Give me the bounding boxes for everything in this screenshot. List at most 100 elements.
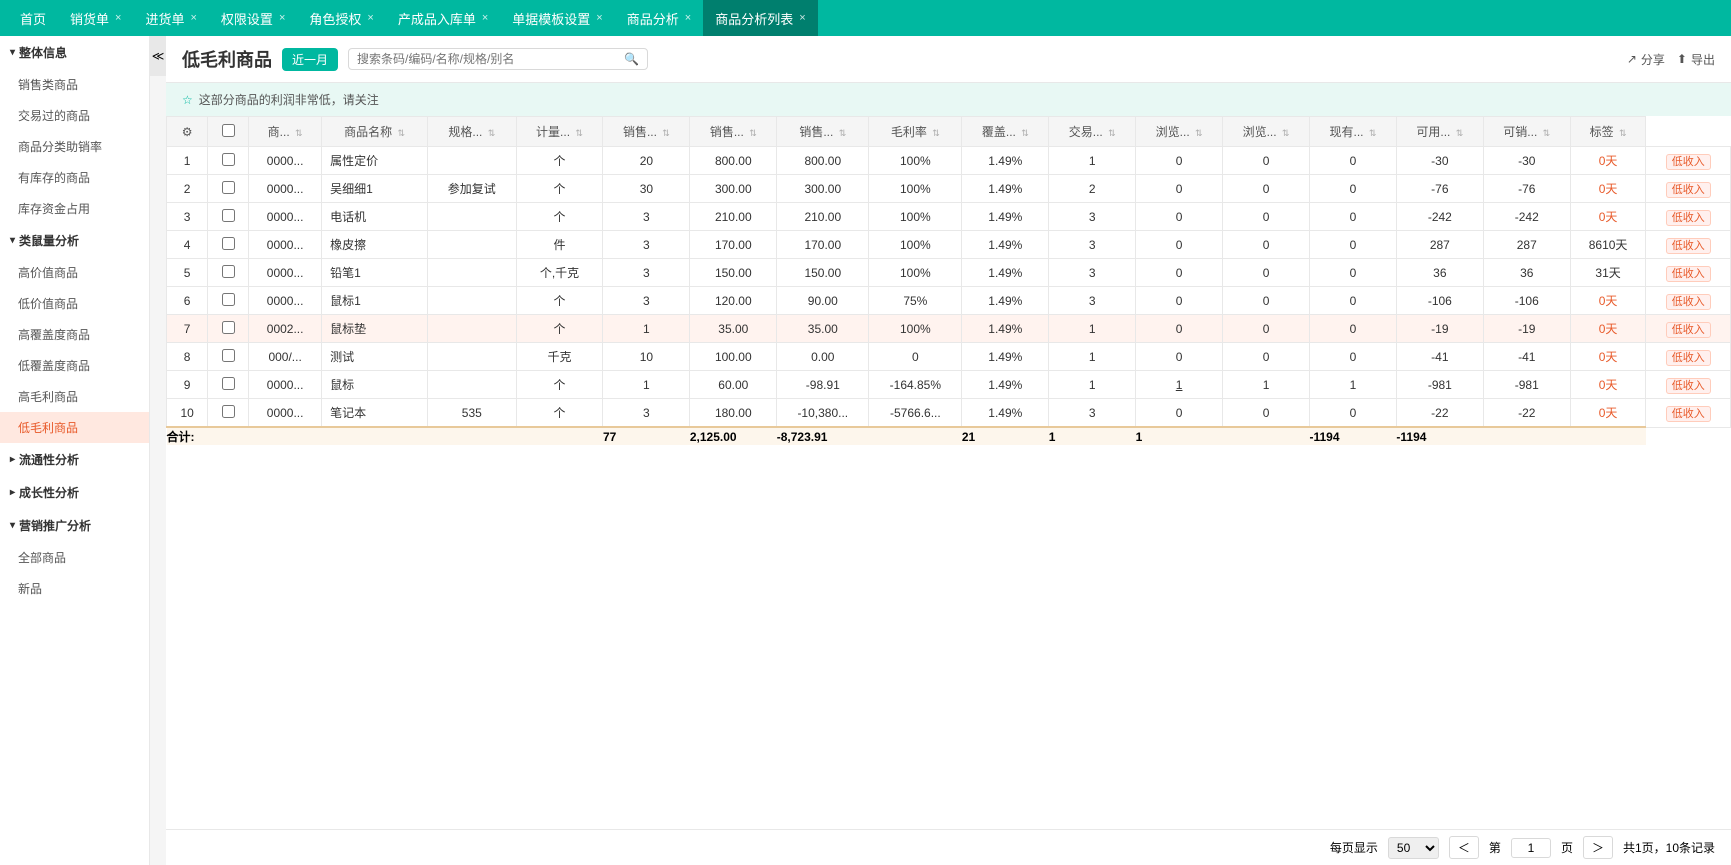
sidebar-item-in-stock[interactable]: 有库存的商品 [0, 162, 149, 193]
row-checkbox[interactable] [222, 209, 235, 222]
cell-checkbox[interactable] [208, 399, 249, 428]
share-button[interactable]: ↗ 分享 [1627, 51, 1665, 68]
close-icon[interactable]: × [482, 12, 488, 24]
nav-template-settings[interactable]: 单据模板设置 × [500, 0, 614, 36]
sidebar-item-low-value[interactable]: 低价值商品 [0, 288, 149, 319]
nav-product-analysis-list[interactable]: 商品分析列表 × [703, 0, 817, 36]
col-settings[interactable]: ⚙ [167, 117, 208, 147]
sidebar-section-growth[interactable]: ▸ 成长性分析 [0, 476, 149, 509]
settings-icon[interactable]: ⚙ [182, 125, 193, 139]
nav-permissions[interactable]: 权限设置 × [209, 0, 297, 36]
close-icon[interactable]: × [799, 12, 805, 24]
sidebar-item-sales-products[interactable]: 销售类商品 [0, 69, 149, 100]
col-available[interactable]: 可用... ⇅ [1396, 117, 1483, 147]
row-checkbox[interactable] [222, 405, 235, 418]
close-icon[interactable]: × [685, 12, 691, 24]
cell-checkbox[interactable] [208, 175, 249, 203]
sidebar-item-all-products[interactable]: 全部商品 [0, 542, 149, 573]
nav-purchase-order[interactable]: 进货单 × [133, 0, 208, 36]
search-box[interactable]: 🔍 [348, 48, 648, 70]
table-container[interactable]: ⚙ 商... ⇅ 商品名称 ⇅ 规格... ⇅ 计量... ⇅ 销售... ⇅ … [166, 116, 1731, 829]
search-input[interactable] [357, 52, 624, 66]
cell-code: 000/... [249, 343, 322, 371]
content-area: 低毛利商品 近一月 🔍 ↗ 分享 ⬆ 导出 ☆ 这部分商品的利润非常低，请关注 [166, 36, 1731, 865]
close-icon[interactable]: × [596, 12, 602, 24]
row-checkbox[interactable] [222, 293, 235, 306]
cell-sale-amount: 35.00 [777, 315, 869, 343]
nav-home[interactable]: 首页 [8, 0, 58, 36]
sidebar-section-quantity[interactable]: ▾ 类鼠量分析 [0, 224, 149, 257]
cell-checkbox[interactable] [208, 343, 249, 371]
sidebar-item-high-value[interactable]: 高价值商品 [0, 257, 149, 288]
cell-checkbox[interactable] [208, 203, 249, 231]
table-row: 1 0000... 属性定价 个 20 800.00 800.00 100% 1… [167, 147, 1731, 175]
cell-transaction[interactable]: 1 [1136, 371, 1223, 399]
cell-transaction: 0 [1136, 343, 1223, 371]
cell-checkbox[interactable] [208, 231, 249, 259]
sidebar-item-new-products[interactable]: 新品 [0, 573, 149, 604]
time-filter-button[interactable]: 近一月 [282, 48, 338, 71]
col-sale-price[interactable]: 销售... ⇅ [690, 117, 777, 147]
close-icon[interactable]: × [190, 12, 196, 24]
summary-coverage: 21 [962, 427, 1049, 445]
cell-profit-pct: 100% [869, 175, 962, 203]
col-code[interactable]: 商... ⇅ [249, 117, 322, 147]
col-spec[interactable]: 规格... ⇅ [428, 117, 516, 147]
col-name[interactable]: 商品名称 ⇅ [322, 117, 428, 147]
page-number-input[interactable] [1511, 838, 1551, 858]
table-row: 10 0000... 笔记本 535 个 3 180.00 -10,380...… [167, 399, 1731, 428]
nav-sales-order[interactable]: 销货单 × [58, 0, 133, 36]
sidebar-item-traded-products[interactable]: 交易过的商品 [0, 100, 149, 131]
col-browse1[interactable]: 浏览... ⇅ [1136, 117, 1223, 147]
sidebar-item-category-sales[interactable]: 商品分类助销率 [0, 131, 149, 162]
row-checkbox[interactable] [222, 181, 235, 194]
cell-checkbox[interactable] [208, 259, 249, 287]
close-icon[interactable]: × [367, 12, 373, 24]
sidebar-item-low-coverage[interactable]: 低覆盖度商品 [0, 350, 149, 381]
row-checkbox[interactable] [222, 237, 235, 250]
cell-checkbox[interactable] [208, 315, 249, 343]
search-icon[interactable]: 🔍 [624, 52, 639, 66]
col-current[interactable]: 现有... ⇅ [1309, 117, 1396, 147]
close-icon[interactable]: × [115, 12, 121, 24]
export-button[interactable]: ⬆ 导出 [1677, 51, 1715, 68]
nav-product-entry[interactable]: 产成品入库单 × [386, 0, 500, 36]
col-transaction[interactable]: 交易... ⇅ [1049, 117, 1136, 147]
sidebar-item-capital-usage[interactable]: 库存资金占用 [0, 193, 149, 224]
col-browse2[interactable]: 浏览... ⇅ [1223, 117, 1310, 147]
row-checkbox[interactable] [222, 321, 235, 334]
col-coverage[interactable]: 覆盖... ⇅ [962, 117, 1049, 147]
next-page-button[interactable]: ＞ [1583, 836, 1613, 859]
cell-checkbox[interactable] [208, 371, 249, 399]
nav-role-auth[interactable]: 角色授权 × [297, 0, 385, 36]
close-icon[interactable]: × [279, 12, 285, 24]
sidebar-item-high-coverage[interactable]: 高覆盖度商品 [0, 319, 149, 350]
cell-profit-pct: 100% [869, 203, 962, 231]
tag-badge: 低收入 [1666, 210, 1711, 226]
col-sale-qty[interactable]: 销售... ⇅ [603, 117, 690, 147]
sidebar-collapse-button[interactable]: ≪ [150, 36, 166, 76]
sidebar-item-high-margin[interactable]: 高毛利商品 [0, 381, 149, 412]
select-all-checkbox[interactable] [222, 124, 235, 137]
per-page-select[interactable]: 50 100 200 [1388, 837, 1439, 859]
cell-spec [428, 203, 516, 231]
row-checkbox[interactable] [222, 265, 235, 278]
col-gross-rate[interactable]: 毛利率 ⇅ [869, 117, 962, 147]
sidebar-section-overall[interactable]: ▾ 整体信息 [0, 36, 149, 69]
nav-product-analysis[interactable]: 商品分析 × [615, 0, 703, 36]
cell-checkbox[interactable] [208, 147, 249, 175]
col-sale-amount[interactable]: 销售... ⇅ [777, 117, 869, 147]
row-checkbox[interactable] [222, 349, 235, 362]
sidebar-item-low-margin[interactable]: 低毛利商品 [0, 412, 149, 443]
summary-browse2 [1223, 427, 1310, 445]
sidebar-section-circulation[interactable]: ▸ 流通性分析 [0, 443, 149, 476]
col-saleable[interactable]: 可销... ⇅ [1483, 117, 1570, 147]
col-checkbox[interactable] [208, 117, 249, 147]
col-unit[interactable]: 计量... ⇅ [516, 117, 603, 147]
sidebar-section-marketing[interactable]: ▾ 营销推广分析 [0, 509, 149, 542]
row-checkbox[interactable] [222, 377, 235, 390]
row-checkbox[interactable] [222, 153, 235, 166]
cell-checkbox[interactable] [208, 287, 249, 315]
col-tag[interactable]: 标签 ⇅ [1570, 117, 1646, 147]
prev-page-button[interactable]: ＜ [1449, 836, 1479, 859]
